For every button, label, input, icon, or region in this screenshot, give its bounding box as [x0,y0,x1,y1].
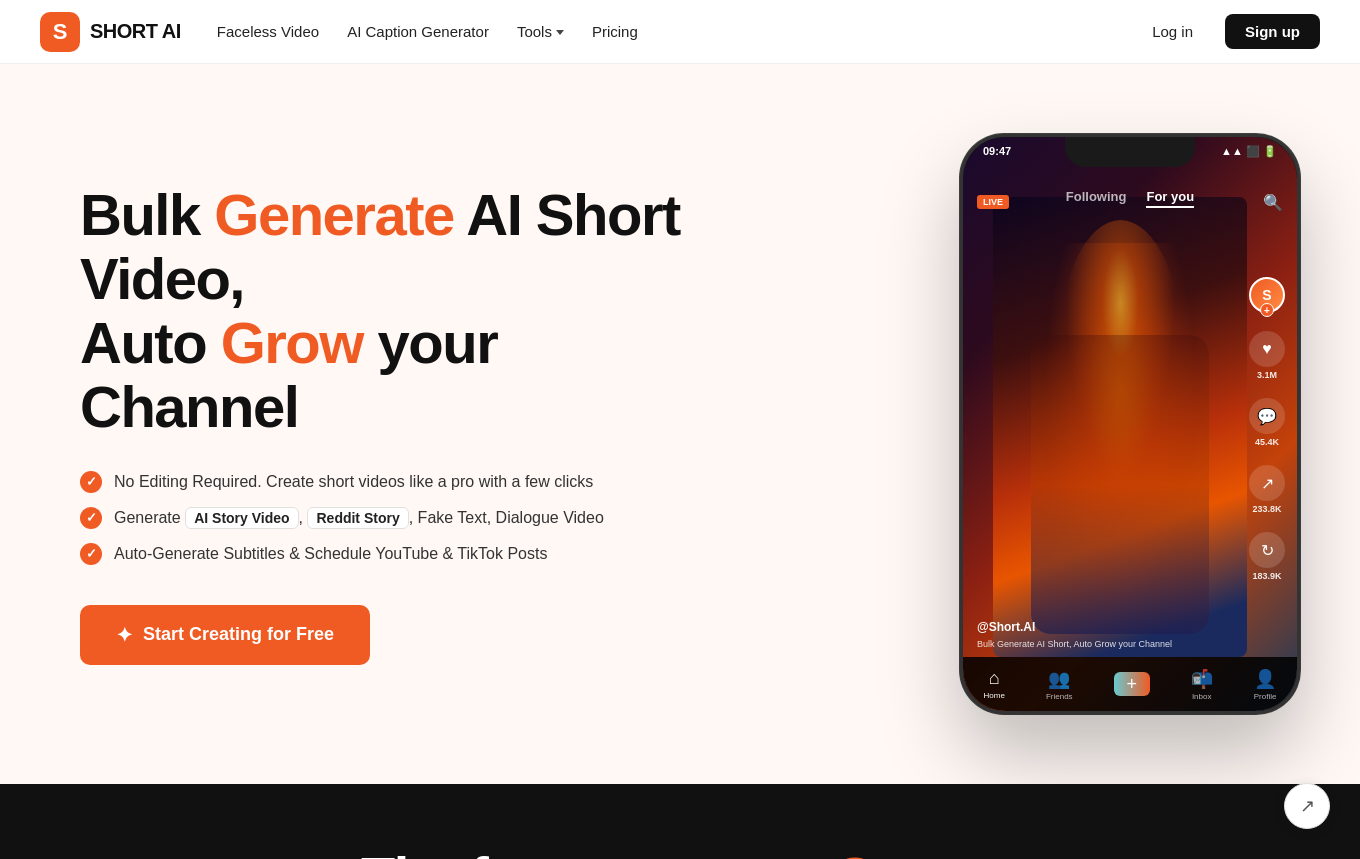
nav-link-pricing[interactable]: Pricing [592,23,638,40]
tiktok-share-icon: ↗ [1249,465,1285,501]
tiktok-like-action[interactable]: ♥ 3.1M [1249,331,1285,380]
nav-left: S SHORT AI Faceless Video AI Caption Gen… [40,12,638,52]
navigation: S SHORT AI Faceless Video AI Caption Gen… [0,0,1360,64]
tiktok-description: Bulk Generate AI Short, Auto Grow your C… [977,638,1242,651]
nav-item-tools[interactable]: Tools [517,23,564,40]
signup-button[interactable]: Sign up [1225,14,1320,49]
tiktok-share-count: 233.8K [1252,504,1281,514]
hero-content: Bulk Generate AI Short Video, Auto Grow … [80,183,680,664]
feature-item-3: ✓ Auto-Generate Subtitles & Schedule You… [80,543,680,565]
logo[interactable]: S SHORT AI [40,12,181,52]
hero-title: Bulk Generate AI Short Video, Auto Grow … [80,183,680,438]
hero-features: ✓ No Editing Required. Create short vide… [80,471,680,565]
cta-button[interactable]: ✦ Start Creating for Free [80,605,370,665]
feature-item-1: ✓ No Editing Required. Create short vide… [80,471,680,493]
tiktok-share-action[interactable]: ↗ 233.8K [1249,465,1285,514]
tiktok-comment-icon: 💬 [1249,398,1285,434]
tiktok-tab-foryou[interactable]: For you [1146,189,1194,208]
tag-reddit-story: Reddit Story [307,507,408,529]
nav-link-ai-caption[interactable]: AI Caption Generator [347,23,489,40]
tiktok-bottom-info: @Short.AI Bulk Generate AI Short, Auto G… [977,620,1242,651]
check-icon-3: ✓ [80,543,102,565]
tiktok-search-icon[interactable]: 🔍 [1263,193,1283,212]
tiktok-repost-action[interactable]: ↻ 183.9K [1249,532,1285,581]
brand-name: SHORT AI [90,20,181,43]
tiktok-profile-icon: 👤 [1254,668,1276,690]
tiktok-right-actions: S + ♥ 3.1M 💬 45.4K ↗ 233.8K [1249,277,1285,581]
nav-item-faceless-video[interactable]: Faceless Video [217,23,319,41]
login-button[interactable]: Log in [1136,15,1209,48]
nav-link-tools[interactable]: Tools [517,23,564,40]
tiktok-like-count: 3.1M [1257,370,1277,380]
sparkle-icon: ✦ [116,623,133,647]
nav-right: Log in Sign up [1136,14,1320,49]
tiktok-top-nav: Following For you [963,181,1297,216]
tiktok-comment-action[interactable]: 💬 45.4K [1249,398,1285,447]
tiktok-nav-profile[interactable]: 👤 Profile [1254,668,1277,701]
tiktok-bottom-nav: ⌂ Home 👥 Friends + 📬 Inbox [963,657,1297,711]
check-icon-2: ✓ [80,507,102,529]
tag-ai-story: AI Story Video [185,507,298,529]
phone-time: 09:47 [983,145,1011,157]
tiktok-avatar-action: S + [1249,277,1285,313]
nav-item-ai-caption[interactable]: AI Caption Generator [347,23,489,41]
phone-frame: 09:47 ▲▲ ⬛ 🔋 LIVE Following For you 🔍 [960,134,1300,714]
bottom-title: The fastest way to Create [80,844,1280,859]
tiktok-friends-icon: 👥 [1048,668,1070,690]
tiktok-nav-create[interactable]: + [1114,672,1150,696]
scroll-top-button[interactable]: ↗ [1284,783,1330,829]
tiktok-username: @Short.AI [977,620,1242,634]
tiktok-comment-count: 45.4K [1255,437,1279,447]
tiktok-nav-inbox[interactable]: 📬 Inbox [1191,668,1213,701]
feature-item-2: ✓ Generate AI Story Video, Reddit Story,… [80,507,680,529]
logo-icon: S [40,12,80,52]
chevron-down-icon [556,30,564,35]
tiktok-nav-friends[interactable]: 👥 Friends [1046,668,1073,701]
phone-mockup: 09:47 ▲▲ ⬛ 🔋 LIVE Following For you 🔍 [960,134,1300,714]
check-icon-1: ✓ [80,471,102,493]
scroll-top-icon: ↗ [1300,795,1315,817]
tiktok-avatar[interactable]: S + [1249,277,1285,313]
tiktok-inbox-icon: 📬 [1191,668,1213,690]
tiktok-repost-count: 183.9K [1252,571,1281,581]
nav-link-faceless-video[interactable]: Faceless Video [217,23,319,40]
tiktok-heart-icon: ♥ [1249,331,1285,367]
tiktok-repost-icon: ↻ [1249,532,1285,568]
phone-status-bar: 09:47 ▲▲ ⬛ 🔋 [963,137,1297,181]
tiktok-tab-following[interactable]: Following [1066,189,1127,208]
nav-item-pricing[interactable]: Pricing [592,23,638,41]
phone-signal-icons: ▲▲ ⬛ 🔋 [1221,145,1277,158]
tiktok-nav-home[interactable]: ⌂ Home [984,668,1005,700]
tiktok-create-icon: + [1114,672,1150,696]
tiktok-home-icon: ⌂ [989,668,1000,689]
nav-links: Faceless Video AI Caption Generator Tool… [217,23,638,41]
tiktok-avatar-plus: + [1260,303,1274,317]
tiktok-ui-overlay: 09:47 ▲▲ ⬛ 🔋 LIVE Following For you 🔍 [963,137,1297,711]
hero-section: Bulk Generate AI Short Video, Auto Grow … [0,64,1360,784]
bottom-section: The fastest way to Create [0,784,1360,859]
